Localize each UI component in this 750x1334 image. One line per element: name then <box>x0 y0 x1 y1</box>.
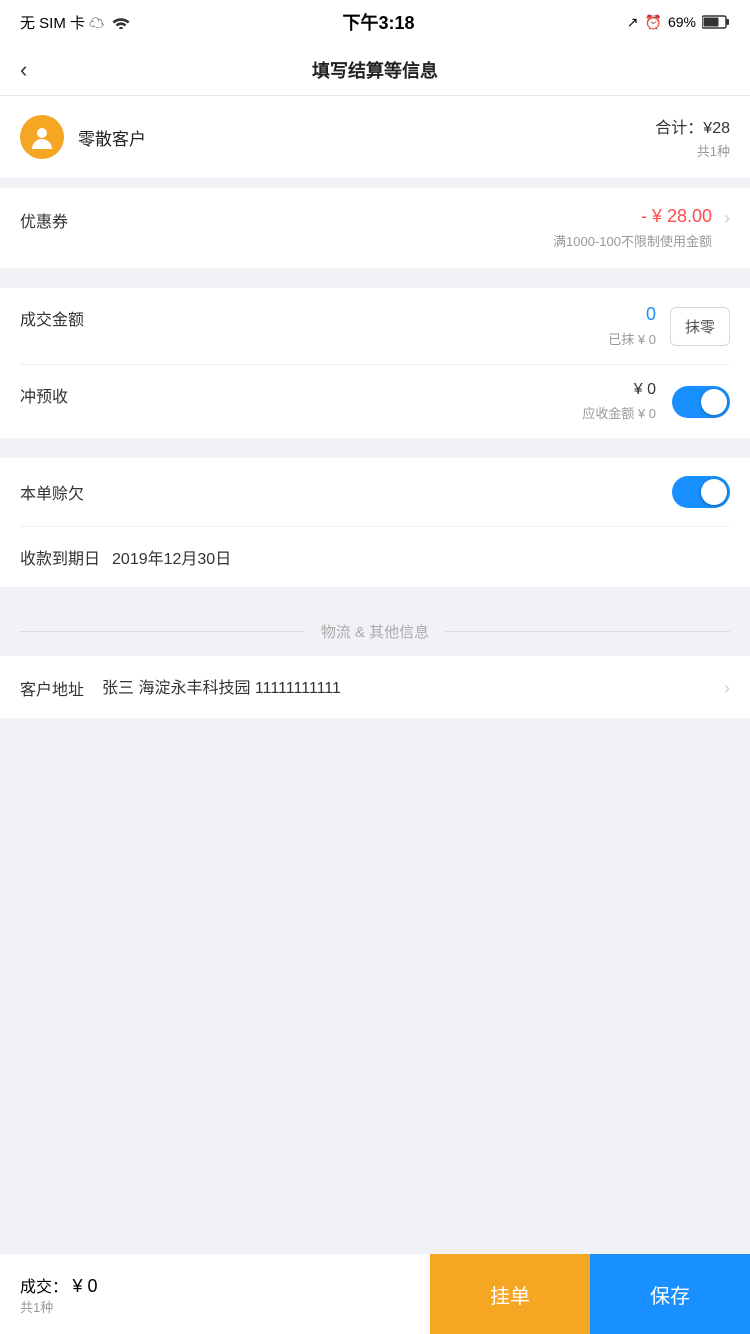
bottom-summary: 成交： ¥ 0 共1种 <box>0 1273 430 1316</box>
save-button[interactable]: 保存 <box>590 1254 750 1334</box>
wifi-icon <box>112 15 130 29</box>
debt-label: 本单赊欠 <box>20 480 84 504</box>
status-left: 无 SIM 卡 ☁ <box>20 12 130 33</box>
coupon-right: - ¥ 28.00 满1000-100不限制使用金额 › <box>553 206 730 250</box>
bottom-bar: 成交： ¥ 0 共1种 挂单 保存 <box>0 1254 750 1334</box>
customer-avatar <box>20 115 64 159</box>
customer-row: 零散客户 合计：¥28 共1种 <box>0 96 750 178</box>
main-content: 零散客户 合计：¥28 共1种 优惠券 - ¥ 28.00 满1000-100不… <box>0 96 750 818</box>
back-button[interactable]: ‹ <box>20 57 27 83</box>
deal-amount-right: 0 已抹 ¥ 0 抹零 <box>608 304 730 348</box>
coupon-section: 优惠券 - ¥ 28.00 满1000-100不限制使用金额 › <box>0 188 750 268</box>
logistics-header: 物流 & 其他信息 <box>0 607 750 656</box>
deal-input-area: 0 已抹 ¥ 0 <box>608 304 656 348</box>
bottom-summary-top: 成交： ¥ 0 <box>20 1273 410 1297</box>
coupon-label: 优惠券 <box>20 206 100 232</box>
debt-toggle[interactable] <box>672 476 730 508</box>
prepay-right: ¥ 0 应收金额 ¥ 0 <box>582 381 730 422</box>
header-line-left <box>20 631 305 632</box>
address-chevron-icon: › <box>724 676 730 699</box>
header-line-right <box>445 631 730 632</box>
deal-section: 成交金额 0 已抹 ¥ 0 抹零 冲预收 ¥ 0 应收金额 ¥ 0 <box>0 288 750 438</box>
no-sim-label: 无 SIM 卡 ☁ <box>20 12 104 33</box>
page-title: 填写结算等信息 <box>312 57 438 83</box>
alarm-icon: ⏰ <box>645 14 662 31</box>
coupon-row[interactable]: 优惠券 - ¥ 28.00 满1000-100不限制使用金额 › <box>0 188 750 268</box>
debt-toggle-knob <box>701 479 727 505</box>
prepay-amount: ¥ 0 <box>582 381 656 399</box>
debt-row: 本单赊欠 <box>0 458 750 526</box>
coupon-discount: - ¥ 28.00 <box>553 206 712 227</box>
location-icon: ↗ <box>627 14 639 31</box>
round-zero-button[interactable]: 抹零 <box>670 307 730 346</box>
customer-left: 零散客户 <box>20 115 146 159</box>
customer-name: 零散客户 <box>78 125 146 150</box>
battery-icon <box>702 15 730 29</box>
summary-amount: ¥ 0 <box>72 1276 97 1296</box>
prepay-sub: 应收金额 ¥ 0 <box>582 403 656 422</box>
customer-section: 零散客户 合计：¥28 共1种 <box>0 96 750 178</box>
coupon-desc: 满1000-100不限制使用金额 <box>553 231 712 250</box>
due-date-row: 收款到期日 2019年12月30日 <box>0 527 750 587</box>
address-section: 客户地址 张三 海淀永丰科技园 11111111111 › <box>0 656 750 718</box>
battery-label: 69% <box>668 14 696 30</box>
customer-right: 合计：¥28 共1种 <box>655 114 730 160</box>
status-right: ↗ ⏰ 69% <box>627 14 730 31</box>
customer-count: 共1种 <box>655 141 730 160</box>
address-left: 客户地址 张三 海淀永丰科技园 11111111111 <box>20 674 341 700</box>
section-divider-3 <box>0 597 750 607</box>
prepay-row: 冲预收 ¥ 0 应收金额 ¥ 0 <box>0 365 750 438</box>
prepay-toggle[interactable] <box>672 386 730 418</box>
pend-button[interactable]: 挂单 <box>430 1254 590 1334</box>
status-bar: 无 SIM 卡 ☁ 下午3:18 ↗ ⏰ 69% <box>0 0 750 44</box>
nav-bar: ‹ 填写结算等信息 <box>0 44 750 96</box>
deal-value[interactable]: 0 <box>608 304 656 325</box>
summary-count: 共1种 <box>20 1297 410 1316</box>
address-label: 客户地址 <box>20 674 90 700</box>
prepay-value-area: ¥ 0 应收金额 ¥ 0 <box>582 381 656 422</box>
due-date-value[interactable]: 2019年12月30日 <box>112 545 231 569</box>
section-divider-1 <box>0 278 750 288</box>
deal-amount-label: 成交金额 <box>20 304 100 330</box>
debt-section: 本单赊欠 收款到期日 2019年12月30日 <box>0 458 750 587</box>
deal-amount-row: 成交金额 0 已抹 ¥ 0 抹零 <box>0 288 750 364</box>
status-time: 下午3:18 <box>342 9 414 35</box>
due-date-label: 收款到期日 <box>20 545 100 569</box>
address-value: 张三 海淀永丰科技园 11111111111 <box>102 674 341 698</box>
coupon-value-area: - ¥ 28.00 满1000-100不限制使用金额 <box>553 206 712 250</box>
summary-label: 成交： <box>20 1279 68 1296</box>
toggle-knob <box>701 389 727 415</box>
address-row[interactable]: 客户地址 张三 海淀永丰科技园 11111111111 › <box>0 656 750 718</box>
chevron-right-icon: › <box>724 206 730 229</box>
section-divider-2 <box>0 448 750 458</box>
deal-sub: 已抹 ¥ 0 <box>608 329 656 348</box>
customer-total: 合计：¥28 <box>655 114 730 138</box>
prepay-label: 冲预收 <box>20 381 100 407</box>
logistics-label: 物流 & 其他信息 <box>321 621 429 642</box>
